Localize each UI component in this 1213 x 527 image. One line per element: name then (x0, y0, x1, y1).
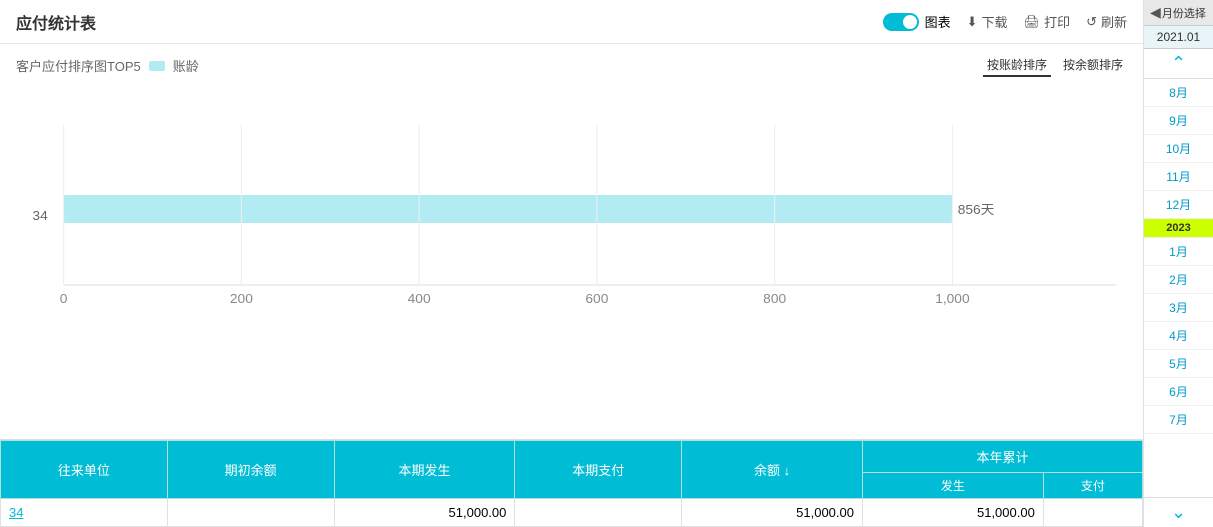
month-item[interactable]: 4月 (1144, 322, 1213, 350)
svg-text:1,000: 1,000 (935, 291, 969, 306)
svg-text:34: 34 (32, 208, 48, 223)
header-actions: 图表 ⬇ 下载 🖨 打印 ↺ 刷新 (883, 12, 1127, 31)
data-table: 往来单位 期初余额 本期发生 本期支付 余额 ↓ 本年累计 发生 支付 (0, 440, 1143, 527)
legend-label: 客户应付排序图TOP5 (16, 56, 141, 75)
print-label: 打印 (1044, 12, 1070, 31)
refresh-label: 刷新 (1101, 12, 1127, 31)
chart-toggle[interactable] (883, 13, 919, 31)
chart-header: 客户应付排序图TOP5 账龄 按账龄排序 按余额排序 (16, 54, 1127, 77)
year-badge: 2023 (1144, 219, 1213, 238)
svg-text:856天: 856天 (958, 202, 995, 217)
month-item[interactable]: 5月 (1144, 350, 1213, 378)
cell-opening (167, 499, 334, 527)
month-item[interactable]: 6月 (1144, 378, 1213, 406)
cell-ytd-pay (1043, 499, 1142, 527)
chart-section: 客户应付排序图TOP5 账龄 按账龄排序 按余额排序 34 856天 (0, 44, 1143, 439)
toggle-label: 图表 (925, 12, 951, 31)
col-opening-balance: 期初余额 (167, 441, 334, 499)
print-button[interactable]: 🖨 打印 (1024, 12, 1071, 31)
cell-ytd-occur: 51,000.00 (862, 499, 1043, 527)
month-item[interactable]: 1月 (1144, 238, 1213, 266)
svg-text:600: 600 (585, 291, 608, 306)
col-incoming-unit: 往来单位 (1, 441, 168, 499)
cell-current-occur: 51,000.00 (334, 499, 515, 527)
toggle-thumb (903, 15, 917, 29)
svg-text:0: 0 (60, 291, 68, 306)
cell-current-pay (515, 499, 682, 527)
col-current-occur: 本期发生 (334, 441, 515, 499)
bar-chart: 34 856天 0 200 400 600 800 1,000 (16, 85, 1127, 345)
sidebar-collapse-icon[interactable]: ◀ (1150, 4, 1161, 21)
table-row: 34 51,000.00 51,000.00 51,000.00 (1, 499, 1143, 527)
svg-text:200: 200 (230, 291, 253, 306)
scroll-down-button[interactable]: ⌄ (1144, 497, 1213, 527)
page-title: 应付统计表 (16, 10, 96, 34)
sidebar-year-input[interactable]: 2021.01 (1144, 26, 1213, 49)
download-button[interactable]: ⬇ 下载 (967, 12, 1008, 31)
month-item[interactable]: 3月 (1144, 294, 1213, 322)
col-balance: 余额 ↓ (682, 441, 863, 499)
col-current-pay: 本期支付 (515, 441, 682, 499)
chart-sort-buttons: 按账龄排序 按余额排序 (983, 54, 1127, 77)
col-ytd-occur: 发生 (862, 473, 1043, 499)
svg-text:400: 400 (408, 291, 431, 306)
sort-by-balance-btn[interactable]: 按账龄排序 (983, 54, 1051, 77)
month-item[interactable]: 7月 (1144, 406, 1213, 434)
sidebar-header: ◀ 月份选择 (1144, 0, 1213, 26)
scroll-up-button[interactable]: ⌃ (1144, 49, 1213, 79)
month-item[interactable]: 8月 (1144, 79, 1213, 107)
cell-unit[interactable]: 34 (1, 499, 168, 527)
table-section: 往来单位 期初余额 本期发生 本期支付 余额 ↓ 本年累计 发生 支付 (0, 439, 1143, 527)
month-item[interactable]: 12月 (1144, 191, 1213, 219)
page-header: 应付统计表 图表 ⬇ 下载 🖨 打印 ↺ 刷新 (0, 0, 1143, 44)
legend-color-box (149, 61, 165, 71)
month-item[interactable]: 2月 (1144, 266, 1213, 294)
table-body: 34 51,000.00 51,000.00 51,000.00 (1, 499, 1143, 527)
download-label: 下载 (982, 12, 1008, 31)
col-ytd-header: 本年累计 (862, 441, 1142, 473)
svg-text:800: 800 (763, 291, 786, 306)
print-icon: 🖨 (1024, 14, 1041, 30)
download-icon: ⬇ (967, 14, 978, 30)
sort-by-amount-btn[interactable]: 按余额排序 (1059, 54, 1127, 77)
cell-balance: 51,000.00 (682, 499, 863, 527)
right-sidebar: ◀ 月份选择 2021.01 ⌃ 8月9月10月11月12月20231月2月3月… (1143, 0, 1213, 527)
table-header-row-1: 往来单位 期初余额 本期发生 本期支付 余额 ↓ 本年累计 (1, 441, 1143, 473)
chart-legend: 客户应付排序图TOP5 账龄 (16, 56, 199, 75)
month-item[interactable]: 11月 (1144, 163, 1213, 191)
month-item[interactable]: 10月 (1144, 135, 1213, 163)
col-ytd-pay: 支付 (1043, 473, 1142, 499)
refresh-button[interactable]: ↺ 刷新 (1086, 12, 1127, 31)
chart-wrapper: 34 856天 0 200 400 600 800 1,000 (16, 85, 1127, 429)
sidebar-title: 月份选择 (1161, 5, 1207, 21)
month-list: 8月9月10月11月12月20231月2月3月4月5月6月7月 (1144, 79, 1213, 497)
legend-color-label: 账龄 (173, 56, 199, 75)
month-item[interactable]: 9月 (1144, 107, 1213, 135)
refresh-icon: ↺ (1086, 14, 1097, 30)
chart-toggle-container[interactable]: 图表 (883, 12, 951, 31)
